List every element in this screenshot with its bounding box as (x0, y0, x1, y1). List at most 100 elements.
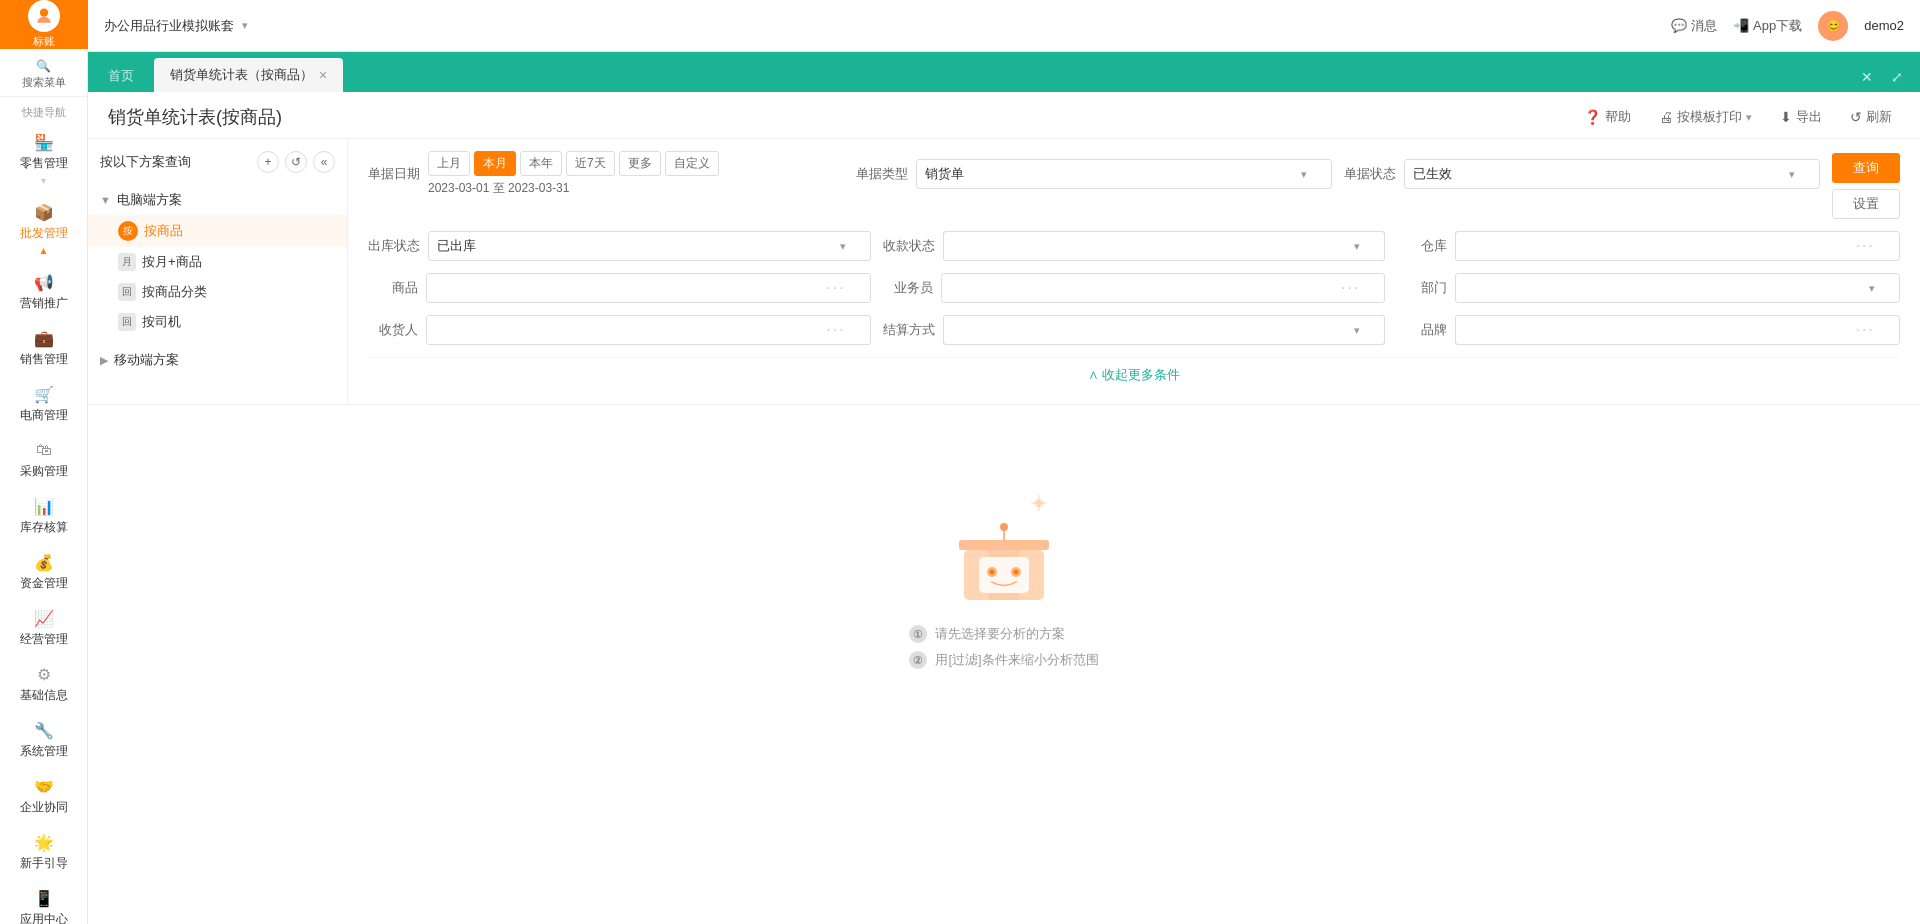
export-btn[interactable]: ⬇ 导出 (1772, 104, 1830, 130)
close-window-btn[interactable]: ✕ (1856, 66, 1878, 88)
username: demo2 (1864, 18, 1904, 33)
date-btn-custom[interactable]: 自定义 (665, 151, 719, 176)
receiver-dots-icon[interactable]: ··· (826, 321, 845, 339)
date-btn-this-month[interactable]: 本月 (474, 151, 516, 176)
app-logo-text: 标账 (33, 34, 55, 49)
help-btn[interactable]: ❓ 帮助 (1576, 104, 1639, 130)
search-menu[interactable]: 🔍 搜索菜单 (0, 49, 87, 97)
sidebar-item-marketing[interactable]: 📢 营销推广 (0, 264, 87, 320)
sidebar-item-system[interactable]: 🔧 系统管理 (0, 712, 87, 768)
filter-settlement-value (952, 321, 965, 339)
filter-salesperson-select[interactable]: ··· (941, 273, 1386, 303)
filter-goods-select[interactable]: ··· (426, 273, 871, 303)
print-btn[interactable]: 🖨 按模板打印 ▾ (1651, 104, 1760, 130)
filter-warehouse-field: 仓库 ··· (1397, 231, 1900, 261)
collapse-icon: « (321, 155, 328, 169)
filter-salesperson-label: 业务员 (883, 279, 933, 297)
filter-department-select[interactable]: ▾ (1455, 273, 1900, 303)
filter-brand-select[interactable]: ··· (1455, 315, 1900, 345)
filter-warehouse-value (1464, 237, 1477, 255)
svg-rect-4 (959, 540, 1049, 550)
filter-warehouse-wrap: ··· (1455, 231, 1900, 261)
date-btn-last-month[interactable]: 上月 (428, 151, 470, 176)
refresh-label: 刷新 (1866, 108, 1892, 126)
print-icon: 🖨 (1659, 109, 1673, 125)
collapse-panel-btn[interactable]: « (313, 151, 335, 173)
logo-icon (28, 0, 60, 32)
filter-brand-wrap: ··· (1455, 315, 1900, 345)
empty-line-2: ② 用[过滤]条件来缩小分析范围 (909, 651, 1098, 669)
sidebar-item-purchase[interactable]: 🛍 采购管理 (0, 432, 87, 488)
sidebar-item-finance[interactable]: 💰 资金管理 (0, 544, 87, 600)
industry-dropdown-arrow[interactable]: ▾ (242, 19, 248, 32)
tab-close-btn[interactable]: × (319, 67, 327, 83)
wholesale-arrow: ▲ (39, 245, 49, 256)
filter-payment-value (952, 237, 965, 255)
department-arrow-icon: ▾ (1869, 282, 1875, 295)
sidebar-item-label-retail: 零售管理 (20, 155, 68, 172)
sidebar-item-sales[interactable]: 💼 销售管理 (0, 320, 87, 376)
scheme-by-driver[interactable]: 回 按司机 (88, 307, 347, 337)
scheme-by-month-goods[interactable]: 月 按月+商品 (88, 247, 347, 277)
by-month-goods-icon: 月 (118, 253, 136, 271)
filter-outstatus-wrap: 已出库 ▾ (428, 231, 871, 261)
sidebar-item-inventory[interactable]: 📊 库存核算 (0, 488, 87, 544)
empty-line-1: ① 请先选择要分析的方案 (909, 625, 1065, 643)
header-right: 💬 消息 📲 App下载 😊 demo2 (1671, 11, 1904, 41)
add-scheme-btn[interactable]: + (257, 151, 279, 173)
sidebar-item-operations[interactable]: 📈 经营管理 (0, 600, 87, 656)
filter-payment-field: 收款状态 ▾ (883, 231, 1386, 261)
sidebar-item-newbie[interactable]: 🌟 新手引导 (0, 824, 87, 880)
filter-outstatus-select[interactable]: 已出库 ▾ (428, 231, 871, 261)
query-btn[interactable]: 查询 (1832, 153, 1900, 183)
date-btn-this-year[interactable]: 本年 (520, 151, 562, 176)
filter-doctype-select[interactable]: 销货单 ▾ (916, 159, 1332, 189)
settings-btn[interactable]: 设置 (1832, 189, 1900, 219)
message-btn[interactable]: 💬 消息 (1671, 17, 1717, 35)
filter-row-3: 商品 ··· 业务员 (368, 273, 1900, 303)
filter-settlement-select[interactable]: ▾ (943, 315, 1386, 345)
filter-payment-select[interactable]: ▾ (943, 231, 1386, 261)
left-panel-actions: + ↺ « (257, 151, 335, 173)
app-download-btn[interactable]: 📲 App下载 (1733, 17, 1802, 35)
maximize-window-btn[interactable]: ⤢ (1886, 66, 1908, 88)
tab-current[interactable]: 销货单统计表（按商品） × (154, 58, 343, 92)
sidebar-item-ecommerce[interactable]: 🛒 电商管理 (0, 376, 87, 432)
filter-doctype-label: 单据类型 (856, 165, 908, 183)
filter-collapse-btn[interactable]: ∧ 收起更多条件 (368, 357, 1900, 392)
desktop-scheme-parent[interactable]: ▼ 电脑端方案 (88, 185, 347, 215)
salesperson-dots-icon[interactable]: ··· (1341, 279, 1360, 297)
filter-outstatus-label: 出库状态 (368, 237, 420, 255)
page-title: 销货单统计表(按商品) (108, 105, 282, 129)
filter-outstatus-field: 出库状态 已出库 ▾ (368, 231, 871, 261)
sidebar-item-enterprise[interactable]: 🤝 企业协同 (0, 768, 87, 824)
filter-docstatus-select[interactable]: 已生效 ▾ (1404, 159, 1820, 189)
goods-dots-icon[interactable]: ··· (826, 279, 845, 297)
mobile-scheme-parent[interactable]: ▶ 移动端方案 (88, 345, 347, 375)
date-btn-more[interactable]: 更多 (619, 151, 661, 176)
date-btn-last-7[interactable]: 近7天 (566, 151, 615, 176)
filter-warehouse-select[interactable]: ··· (1455, 231, 1900, 261)
user-avatar[interactable]: 😊 (1818, 11, 1848, 41)
refresh-btn[interactable]: ↺ 刷新 (1842, 104, 1900, 130)
by-goods-cat-icon: 回 (118, 283, 136, 301)
filter-goods-wrap: ··· (426, 273, 871, 303)
warehouse-dots-icon[interactable]: ··· (1856, 237, 1875, 255)
sidebar-item-wholesale[interactable]: 📦 批发管理 ▲ (0, 194, 87, 264)
sidebar-item-app-center[interactable]: 📱 应用中心 (0, 880, 87, 924)
print-dropdown-arrow[interactable]: ▾ (1746, 111, 1752, 124)
scheme-by-goods-category[interactable]: 回 按商品分类 (88, 277, 347, 307)
filter-goods-field: 商品 ··· (368, 273, 871, 303)
page-actions: ❓ 帮助 🖨 按模板打印 ▾ ⬇ 导出 ↺ 刷新 (1576, 104, 1900, 130)
filter-receiver-field: 收货人 ··· (368, 315, 871, 345)
sidebar-item-retail[interactable]: 🏪 零售管理 ▾ (0, 124, 87, 194)
tab-home[interactable]: 首页 (92, 60, 150, 92)
scheme-by-goods[interactable]: 按 按商品 (88, 215, 347, 247)
refresh-scheme-btn[interactable]: ↺ (285, 151, 307, 173)
filter-date-label: 单据日期 (368, 165, 420, 183)
operations-icon: 📈 (34, 608, 54, 628)
filter-receiver-select[interactable]: ··· (426, 315, 871, 345)
brand-dots-icon[interactable]: ··· (1856, 321, 1875, 339)
retail-icon: 🏪 (34, 132, 54, 152)
sidebar-item-basic[interactable]: ⚙ 基础信息 (0, 656, 87, 712)
